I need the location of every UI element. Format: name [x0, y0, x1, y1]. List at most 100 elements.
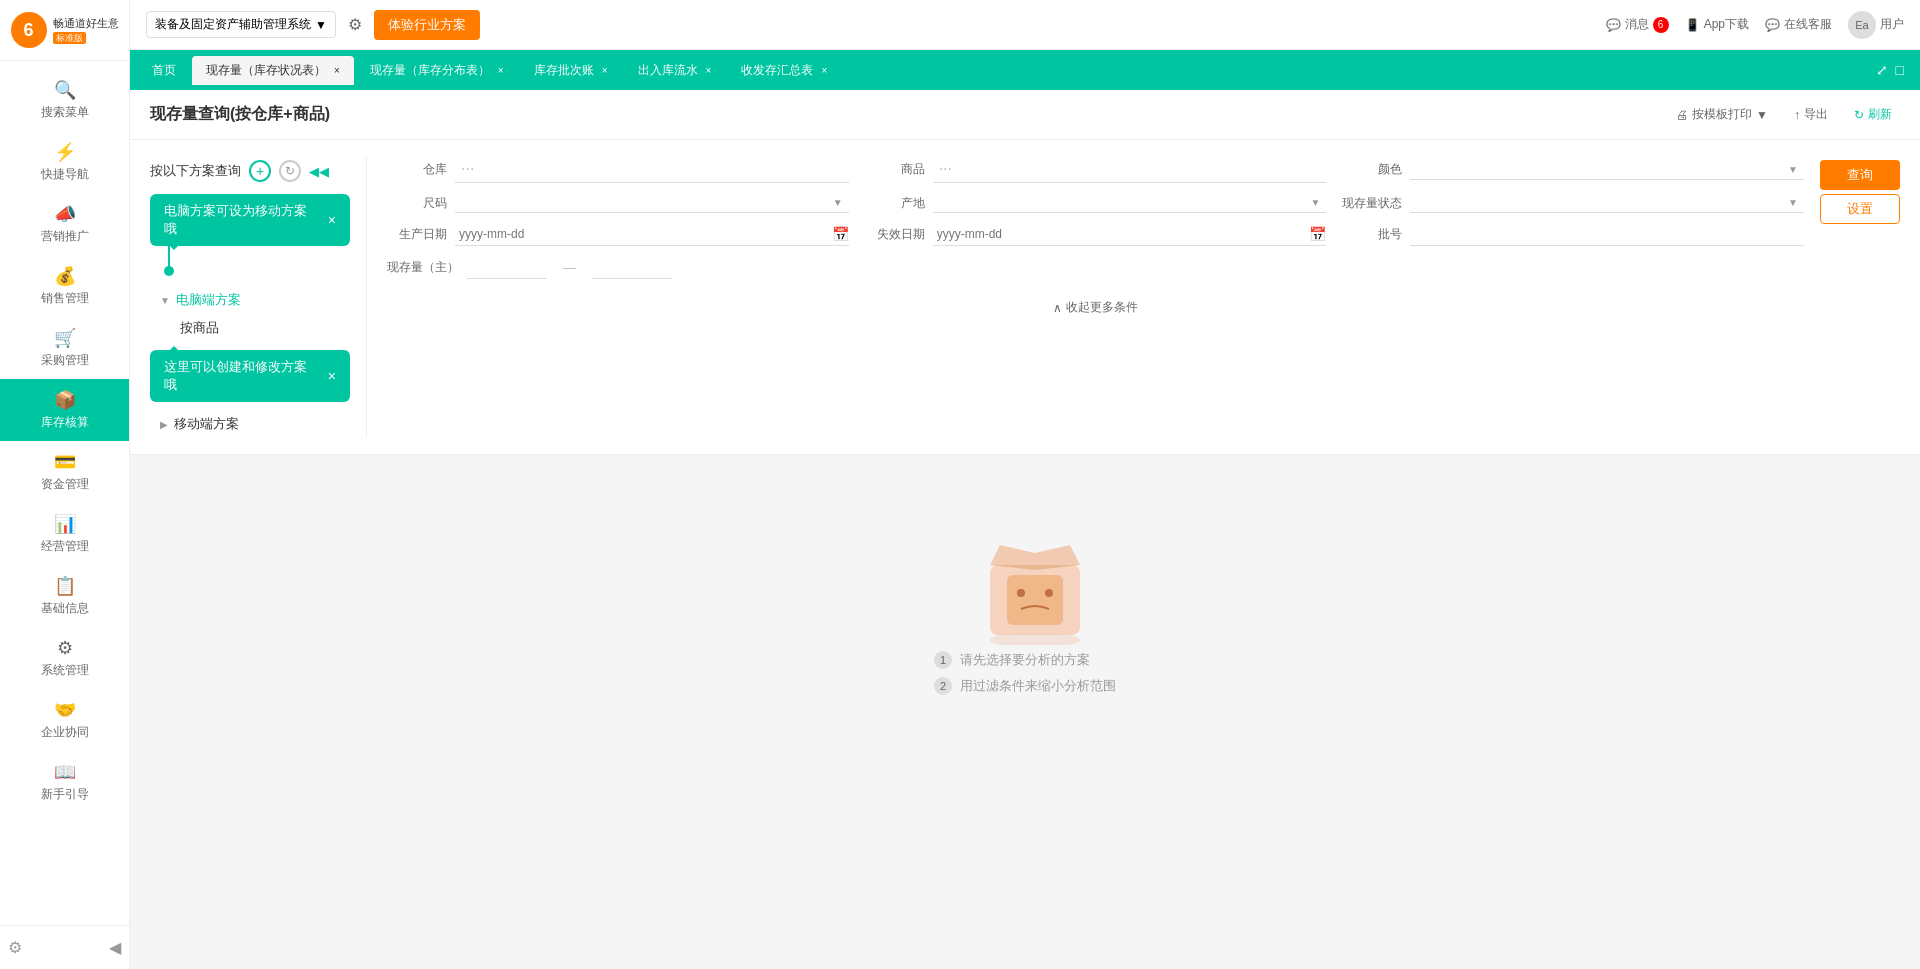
refresh-scheme-btn[interactable]: ↻ — [279, 160, 301, 182]
sidebar-item-purchase[interactable]: 🛒 采购管理 — [0, 317, 129, 379]
batch-label: 批号 — [1342, 226, 1402, 243]
sidebar-item-enterprise-label: 企业协同 — [41, 724, 89, 741]
notifications-btn[interactable]: 💬 消息 6 — [1606, 16, 1669, 33]
sidebar-item-operations-label: 经营管理 — [41, 538, 89, 555]
tab-maximize-icon[interactable]: □ — [1896, 62, 1904, 78]
stock-qty-min-input[interactable] — [467, 256, 547, 279]
sidebar-item-basic-label: 基础信息 — [41, 600, 89, 617]
sidebar-item-inventory-label: 库存核算 — [41, 414, 89, 431]
export-btn[interactable]: ↑ 导出 — [1786, 102, 1836, 127]
scheme-tree: ▼ 电脑端方案 按商品 — [150, 286, 350, 342]
sidebar-item-system[interactable]: ⚙ 系统管理 — [0, 627, 129, 689]
online-service-btn[interactable]: 💬 在线客服 — [1765, 16, 1832, 33]
topbar-gear-icon[interactable]: ⚙ — [348, 15, 362, 34]
add-scheme-btn[interactable]: + — [249, 160, 271, 182]
filter-row-3: 生产日期 📅 失效日期 📅 批号 — [387, 223, 1804, 246]
tooltip-create: 这里可以创建和修改方案哦 × — [150, 350, 350, 402]
expiry-date-input[interactable]: 📅 — [933, 223, 1327, 246]
sidebar-item-quicknav-label: 快捷导航 — [41, 166, 89, 183]
marketing-icon: 📣 — [54, 203, 76, 225]
avatar: Ea — [1848, 11, 1876, 39]
back-btn[interactable]: ◀◀ — [309, 164, 329, 179]
production-date-calendar-icon[interactable]: 📅 — [832, 226, 849, 242]
tab-in-out-flow[interactable]: 出入库流水 × — [624, 56, 726, 85]
message-icon: 💬 — [1606, 18, 1621, 32]
mobile-scheme-label: 移动端方案 — [174, 415, 239, 433]
print-dropdown-icon: ▼ — [1756, 108, 1768, 122]
sidebar-item-basic[interactable]: 📋 基础信息 — [0, 565, 129, 627]
tab-receipt-summary[interactable]: 收发存汇总表 × — [727, 56, 841, 85]
sidebar-item-sales[interactable]: 💰 销售管理 — [0, 255, 129, 317]
filter-fields-panel: 仓库 ··· 商品 ··· 颜色 — [366, 156, 1804, 438]
warehouse-input[interactable]: ··· — [455, 156, 849, 183]
product-input[interactable]: ··· — [933, 156, 1327, 183]
color-select[interactable]: ▼ — [1410, 160, 1804, 180]
expiry-date-calendar-icon[interactable]: 📅 — [1309, 226, 1326, 242]
stock-status-label: 现存量状态 — [1342, 195, 1402, 212]
filter-cell-batch: 批号 — [1342, 223, 1804, 246]
tab-fullscreen-icon[interactable]: ⤢ — [1876, 62, 1888, 78]
tab-batch-ledger-close[interactable]: × — [602, 65, 608, 76]
color-dropdown-icon: ▼ — [1788, 164, 1798, 175]
sidebar-item-operations[interactable]: 📊 经营管理 — [0, 503, 129, 565]
search-btn-area: 查询 设置 — [1820, 156, 1900, 438]
product-label: 商品 — [865, 161, 925, 178]
sidebar-item-newguide-label: 新手引导 — [41, 786, 89, 803]
tooltip-pc-close[interactable]: × — [328, 212, 336, 228]
sidebar-item-inventory[interactable]: 📦 库存核算 — [0, 379, 129, 441]
stock-status-dropdown-icon: ▼ — [1788, 197, 1798, 208]
operations-icon: 📊 — [54, 513, 76, 535]
stock-qty-max-input[interactable] — [592, 256, 672, 279]
tab-receipt-summary-close[interactable]: × — [821, 65, 827, 76]
user-area[interactable]: Ea 用户 — [1848, 11, 1904, 39]
system-title-selector[interactable]: 装备及固定资产辅助管理系统 ▼ — [146, 11, 336, 38]
tooltip-create-close[interactable]: × — [328, 368, 336, 384]
mobile-scheme-tree: ▶ 移动端方案 — [150, 410, 350, 438]
export-icon: ↑ — [1794, 108, 1800, 122]
scheme-item-mobile[interactable]: ▶ 移动端方案 — [160, 410, 350, 438]
tab-inventory-status-close[interactable]: × — [334, 65, 340, 76]
refresh-label: 刷新 — [1868, 106, 1892, 123]
finance-icon: 💳 — [54, 451, 76, 473]
filter-cell-product: 商品 ··· — [865, 156, 1327, 183]
sidebar-item-sales-label: 销售管理 — [41, 290, 89, 307]
collapse-more-btn[interactable]: ∧ 收起更多条件 — [387, 289, 1804, 326]
sales-icon: 💰 — [54, 265, 76, 287]
industry-btn[interactable]: 体验行业方案 — [374, 10, 480, 40]
scheme-item-by-product[interactable]: 按商品 — [180, 314, 350, 342]
reset-btn[interactable]: 设置 — [1820, 194, 1900, 224]
tooltip-create-text: 这里可以创建和修改方案哦 — [164, 358, 320, 394]
sidebar-item-enterprise[interactable]: 🤝 企业协同 — [0, 689, 129, 751]
tab-inventory-dist-close[interactable]: × — [498, 65, 504, 76]
refresh-btn[interactable]: ↻ 刷新 — [1846, 102, 1900, 127]
scheme-item-pc[interactable]: ▼ 电脑端方案 — [160, 286, 350, 314]
sidebar-item-search[interactable]: 🔍 搜索菜单 — [0, 69, 129, 131]
expiry-date-label: 失效日期 — [865, 226, 925, 243]
tab-in-out-flow-close[interactable]: × — [706, 65, 712, 76]
purchase-icon: 🛒 — [54, 327, 76, 349]
inventory-icon: 📦 — [54, 389, 76, 411]
settings-icon[interactable]: ⚙ — [8, 938, 22, 957]
filter-row-4: 现存量（主） — — [387, 256, 1804, 279]
collapse-icon: ∧ — [1053, 301, 1062, 315]
sidebar-item-marketing[interactable]: 📣 营销推广 — [0, 193, 129, 255]
origin-select[interactable]: ▼ — [933, 193, 1327, 213]
sidebar-item-newguide[interactable]: 📖 新手引导 — [0, 751, 129, 813]
search-btn[interactable]: 查询 — [1820, 160, 1900, 190]
app-download-btn[interactable]: 📱 App下载 — [1685, 16, 1749, 33]
sidebar-item-quicknav[interactable]: ⚡ 快捷导航 — [0, 131, 129, 193]
production-date-input[interactable]: 📅 — [455, 223, 849, 246]
tab-inventory-status[interactable]: 现存量（库存状况表） × — [192, 56, 354, 85]
tab-home[interactable]: 首页 — [138, 56, 190, 85]
batch-input[interactable] — [1410, 223, 1804, 246]
tab-batch-ledger[interactable]: 库存批次账 × — [520, 56, 622, 85]
print-template-btn[interactable]: 🖨 按模板打印 ▼ — [1668, 102, 1776, 127]
production-date-start[interactable] — [455, 223, 832, 245]
tab-inventory-dist[interactable]: 现存量（库存分布表） × — [356, 56, 518, 85]
tab-inventory-dist-label: 现存量（库存分布表） — [370, 62, 490, 79]
stock-status-select[interactable]: ▼ — [1410, 193, 1804, 213]
sidebar-item-finance[interactable]: 💳 资金管理 — [0, 441, 129, 503]
collapse-sidebar-icon[interactable]: ◀ — [109, 938, 121, 957]
size-select[interactable]: ▼ — [455, 193, 849, 213]
expiry-date-start[interactable] — [933, 223, 1310, 245]
